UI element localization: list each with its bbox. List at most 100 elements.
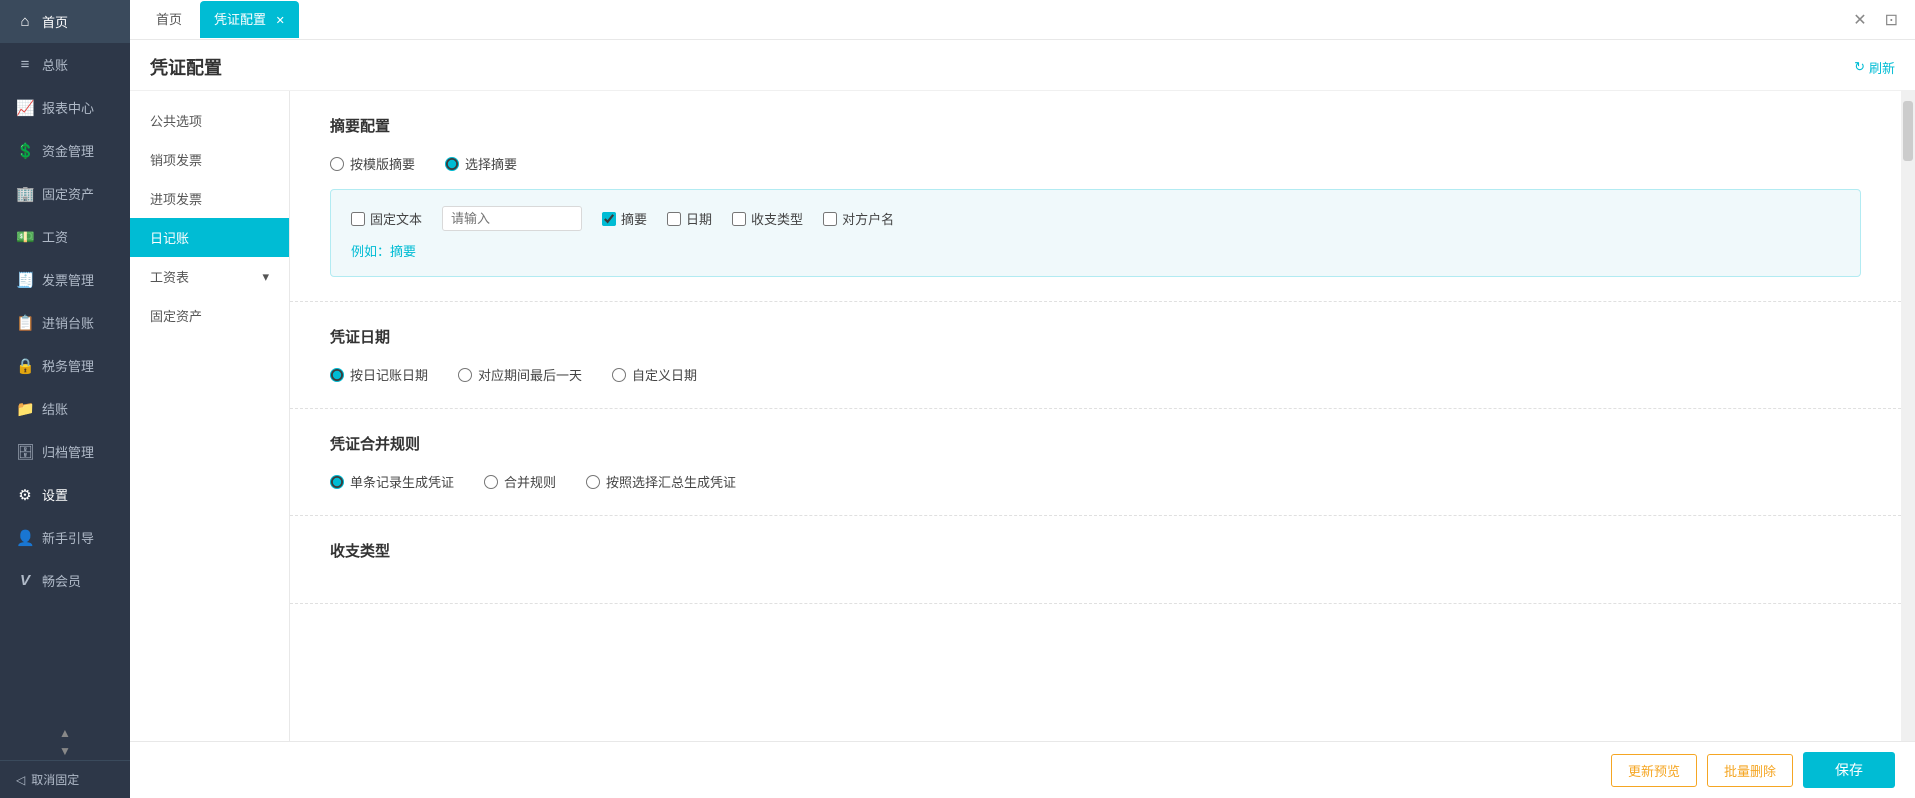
radio-by-template[interactable]: 按模版摘要: [330, 154, 415, 173]
sidebar-item-archive[interactable]: 🗄 归档管理: [0, 430, 130, 473]
checkbox-date-input[interactable]: [667, 212, 681, 226]
tab-voucher-config[interactable]: 凭证配置 ✕: [200, 1, 299, 38]
nav-item-public[interactable]: 公共选项: [130, 101, 289, 140]
sales-ledger-icon: 📋: [16, 314, 34, 332]
archive-icon: 🗄: [16, 443, 34, 461]
summary-config-section: 摘要配置 按模版摘要 选择摘要 固定文本: [290, 91, 1901, 302]
nav-item-fixed-assets[interactable]: 固定资产: [130, 296, 289, 335]
example-text: 例如：摘要: [351, 241, 1840, 260]
salary-icon: 💵: [16, 228, 34, 246]
closing-icon: 📁: [16, 400, 34, 418]
radio-by-template-input[interactable]: [330, 157, 344, 171]
sidebar-item-guide[interactable]: 👤 新手引导: [0, 516, 130, 559]
ledger-icon: ≡: [16, 56, 34, 73]
income-type-title: 收支类型: [330, 540, 1861, 561]
checkbox-date[interactable]: 日期: [667, 209, 712, 228]
tab-bar-actions: ✕ ⊡: [1848, 8, 1903, 32]
nav-item-payroll[interactable]: 工资表 ▾: [130, 257, 289, 296]
voucher-date-section: 凭证日期 按日记账日期 对应期间最后一天 自定义日期: [290, 302, 1901, 409]
voucher-date-title: 凭证日期: [330, 326, 1861, 347]
sidebar-item-capital[interactable]: 💲 资金管理: [0, 129, 130, 172]
summary-radio-group: 按模版摘要 选择摘要: [330, 154, 1861, 173]
sidebar-item-tax[interactable]: 🔒 税务管理: [0, 344, 130, 387]
radio-custom-date-input[interactable]: [612, 368, 626, 382]
radio-single[interactable]: 单条记录生成凭证: [330, 472, 454, 491]
checkbox-income-type-input[interactable]: [732, 212, 746, 226]
sidebar-item-assets[interactable]: 🏢 固定资产: [0, 172, 130, 215]
tab-home[interactable]: 首页: [142, 1, 196, 38]
home-icon: ⌂: [16, 13, 34, 30]
sidebar-item-report[interactable]: 📈 报表中心: [0, 86, 130, 129]
sidebar-scroll-down[interactable]: ▼: [57, 742, 73, 760]
unpin-button[interactable]: ◁ 取消固定: [0, 760, 130, 798]
checkbox-summary-input[interactable]: [602, 212, 616, 226]
sidebar-scroll-up[interactable]: ▲: [57, 724, 73, 742]
right-content: 摘要配置 按模版摘要 选择摘要 固定文本: [290, 91, 1901, 741]
radio-last-day[interactable]: 对应期间最后一天: [458, 365, 582, 384]
radio-single-input[interactable]: [330, 475, 344, 489]
expand-window-button[interactable]: ⊡: [1880, 8, 1903, 32]
save-button[interactable]: 保存: [1803, 752, 1895, 788]
merge-rules-radio-group: 单条记录生成凭证 合并规则 按照选择汇总生成凭证: [330, 472, 1861, 491]
capital-icon: 💲: [16, 142, 34, 160]
radio-merge[interactable]: 合并规则: [484, 472, 556, 491]
tab-close-voucher-config[interactable]: ✕: [276, 15, 285, 27]
checkbox-summary[interactable]: 摘要: [602, 209, 647, 228]
voucher-date-radio-group: 按日记账日期 对应期间最后一天 自定义日期: [330, 365, 1861, 384]
radio-select-summary-input[interactable]: [445, 157, 459, 171]
bottom-bar: 更新预览 批量删除 保存: [130, 741, 1915, 798]
radio-by-journal-date[interactable]: 按日记账日期: [330, 365, 428, 384]
update-preview-button[interactable]: 更新预览: [1611, 754, 1697, 787]
sidebar-item-salary[interactable]: 💵 工资: [0, 215, 130, 258]
page-header: 凭证配置 ↻ 刷新: [130, 40, 1915, 91]
summary-config-title: 摘要配置: [330, 115, 1861, 136]
summary-box: 固定文本 摘要 日期 收支类型: [330, 189, 1861, 277]
chevron-down-icon: ▾: [262, 269, 269, 285]
content-area: 公共选项 销项发票 进项发票 日记账 工资表 ▾ 固定资产 摘要配置: [130, 91, 1915, 741]
radio-by-selection[interactable]: 按照选择汇总生成凭证: [586, 472, 736, 491]
assets-icon: 🏢: [16, 185, 34, 203]
radio-merge-input[interactable]: [484, 475, 498, 489]
radio-custom-date[interactable]: 自定义日期: [612, 365, 697, 384]
merge-rules-section: 凭证合并规则 单条记录生成凭证 合并规则 按照选择汇总生成凭证: [290, 409, 1901, 516]
checkbox-fixed-text-input[interactable]: [351, 212, 365, 226]
vip-icon: V: [16, 572, 34, 589]
tax-icon: 🔒: [16, 357, 34, 375]
radio-by-journal-date-input[interactable]: [330, 368, 344, 382]
sidebar-item-vip[interactable]: V 畅会员: [0, 559, 130, 602]
pin-icon: ◁: [16, 773, 25, 787]
radio-by-selection-input[interactable]: [586, 475, 600, 489]
checkbox-income-type[interactable]: 收支类型: [732, 209, 803, 228]
main-area: 首页 凭证配置 ✕ ✕ ⊡ 凭证配置 ↻ 刷新 公共选项 销项发票 进: [130, 0, 1915, 798]
refresh-button[interactable]: ↻ 刷新: [1854, 58, 1895, 77]
sidebar-item-settings[interactable]: ⚙ 设置: [0, 473, 130, 516]
checkbox-fixed-text[interactable]: 固定文本: [351, 209, 422, 228]
left-nav: 公共选项 销项发票 进项发票 日记账 工资表 ▾ 固定资产: [130, 91, 290, 741]
scrollbar[interactable]: [1901, 91, 1915, 741]
sidebar-item-sales-ledger[interactable]: 📋 进销台账: [0, 301, 130, 344]
nav-item-purchase[interactable]: 进项发票: [130, 179, 289, 218]
radio-select-summary[interactable]: 选择摘要: [445, 154, 517, 173]
income-type-section: 收支类型: [290, 516, 1901, 604]
radio-last-day-input[interactable]: [458, 368, 472, 382]
fixed-text-input[interactable]: [442, 206, 582, 231]
invoice-mgmt-icon: 🧾: [16, 271, 34, 289]
report-icon: 📈: [16, 99, 34, 117]
checkbox-counterpart-input[interactable]: [823, 212, 837, 226]
sidebar-item-ledger[interactable]: ≡ 总账: [0, 43, 130, 86]
page-title: 凭证配置: [150, 54, 222, 80]
merge-rules-title: 凭证合并规则: [330, 433, 1861, 454]
nav-item-journal[interactable]: 日记账: [130, 218, 289, 257]
sidebar-item-invoice-mgmt[interactable]: 🧾 发票管理: [0, 258, 130, 301]
nav-item-sales[interactable]: 销项发票: [130, 140, 289, 179]
close-window-button[interactable]: ✕: [1848, 8, 1871, 32]
scrollbar-thumb[interactable]: [1903, 101, 1913, 161]
refresh-icon: ↻: [1854, 59, 1865, 75]
guide-icon: 👤: [16, 529, 34, 547]
summary-options: 固定文本 摘要 日期 收支类型: [351, 206, 1840, 231]
sidebar-item-home[interactable]: ⌂ 首页: [0, 0, 130, 43]
checkbox-counterpart[interactable]: 对方户名: [823, 209, 894, 228]
settings-icon: ⚙: [16, 486, 34, 504]
batch-delete-button[interactable]: 批量删除: [1707, 754, 1793, 787]
sidebar-item-closing[interactable]: 📁 结账: [0, 387, 130, 430]
